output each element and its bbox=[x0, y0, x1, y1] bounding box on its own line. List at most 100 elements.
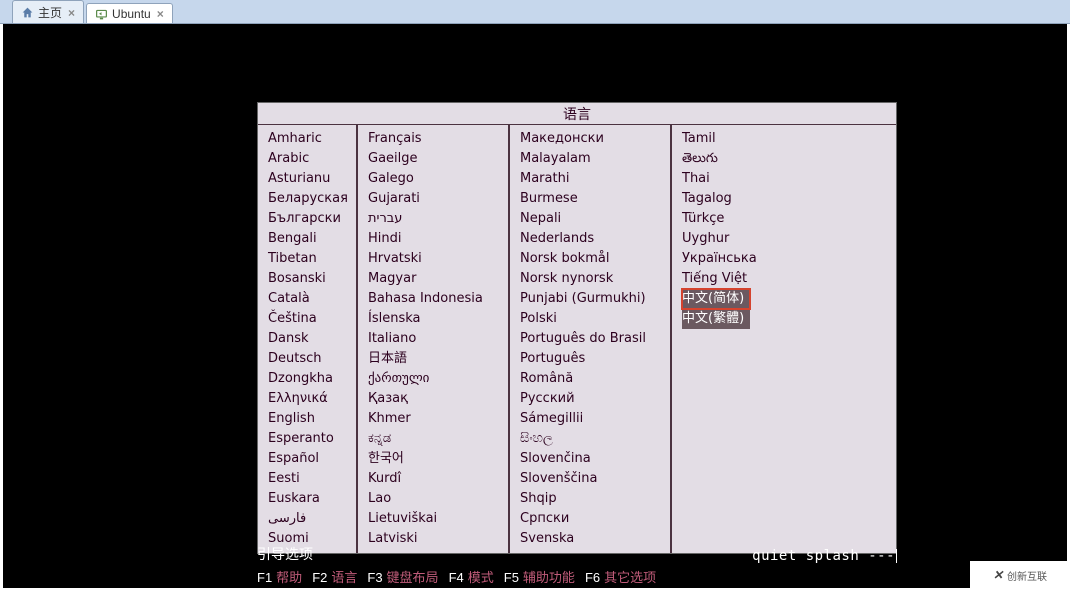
language-option[interactable]: Burmese bbox=[520, 189, 670, 209]
language-option[interactable]: Shqip bbox=[520, 489, 670, 509]
language-option[interactable]: Nepali bbox=[520, 209, 670, 229]
language-option[interactable]: Norsk bokmål bbox=[520, 249, 670, 269]
fkey-hint[interactable]: F2语言 bbox=[312, 570, 357, 585]
language-option[interactable]: 한국어 bbox=[368, 449, 508, 469]
language-option[interactable]: Қазақ bbox=[368, 389, 508, 409]
language-option[interactable]: Українська bbox=[682, 249, 782, 269]
language-option[interactable]: Arabic bbox=[268, 149, 356, 169]
vm-display[interactable]: 语言 AmharicArabicAsturianuБеларускаяБълга… bbox=[3, 24, 1067, 588]
language-option[interactable]: Română bbox=[520, 369, 670, 389]
tab-home[interactable]: 主页 × bbox=[12, 0, 84, 23]
language-option[interactable]: Lao bbox=[368, 489, 508, 509]
fkey-hint[interactable]: F3键盘布局 bbox=[367, 570, 438, 585]
language-column: TamilతెలుగుThaiTagalogTürkçeUyghurУкраїн… bbox=[672, 125, 782, 553]
language-option[interactable]: සිංහල bbox=[520, 429, 670, 449]
fkey-code: F1 bbox=[257, 570, 272, 585]
fkey-hint[interactable]: F6 其它选项 bbox=[585, 570, 656, 585]
language-option[interactable]: Tiếng Việt bbox=[682, 269, 782, 289]
language-option[interactable]: Thai bbox=[682, 169, 782, 189]
language-option[interactable]: Tamil bbox=[682, 129, 782, 149]
language-option[interactable]: فارسی bbox=[268, 509, 356, 529]
language-option[interactable]: తెలుగు bbox=[682, 149, 782, 169]
language-option[interactable]: Dansk bbox=[268, 329, 356, 349]
language-option[interactable]: Amharic bbox=[268, 129, 356, 149]
language-option[interactable]: Eesti bbox=[268, 469, 356, 489]
language-option[interactable]: Slovenščina bbox=[520, 469, 670, 489]
language-option[interactable]: Bengali bbox=[268, 229, 356, 249]
fkey-hint[interactable]: F4模式 bbox=[449, 570, 494, 585]
fkey-label: 辅助功能 bbox=[523, 570, 575, 585]
language-option[interactable]: Српски bbox=[520, 509, 670, 529]
language-option[interactable]: Tibetan bbox=[268, 249, 356, 269]
language-columns: AmharicArabicAsturianuБеларускаяБългарск… bbox=[258, 125, 896, 553]
language-option[interactable]: Punjabi (Gurmukhi) bbox=[520, 289, 670, 309]
close-icon[interactable]: × bbox=[157, 7, 164, 21]
language-option[interactable]: Marathi bbox=[520, 169, 670, 189]
language-option[interactable]: Türkçe bbox=[682, 209, 782, 229]
language-column: FrançaisGaeilgeGalegoGujaratiעבריתHindiH… bbox=[358, 125, 510, 553]
text-cursor bbox=[896, 549, 897, 563]
language-option[interactable]: Svenska bbox=[520, 529, 670, 549]
fkey-code: F4 bbox=[449, 570, 464, 585]
language-option[interactable]: ქართული bbox=[368, 369, 508, 389]
fkey-hint[interactable]: F1帮助 bbox=[257, 570, 302, 585]
language-option[interactable]: Galego bbox=[368, 169, 508, 189]
language-option[interactable]: Polski bbox=[520, 309, 670, 329]
language-option[interactable]: 中文(繁體) bbox=[682, 309, 750, 329]
language-option[interactable]: Uyghur bbox=[682, 229, 782, 249]
language-option[interactable]: Français bbox=[368, 129, 508, 149]
home-icon bbox=[21, 6, 34, 19]
language-option[interactable]: Slovenčina bbox=[520, 449, 670, 469]
language-option[interactable]: Asturianu bbox=[268, 169, 356, 189]
language-option[interactable]: Català bbox=[268, 289, 356, 309]
language-option[interactable]: Tagalog bbox=[682, 189, 782, 209]
language-selector-panel: 语言 AmharicArabicAsturianuБеларускаяБълга… bbox=[257, 102, 897, 554]
language-option[interactable]: 中文(简体) bbox=[682, 289, 750, 309]
language-option[interactable]: Español bbox=[268, 449, 356, 469]
fkey-code: F6 bbox=[585, 570, 600, 585]
language-option[interactable]: Čeština bbox=[268, 309, 356, 329]
language-option[interactable]: Ελληνικά bbox=[268, 389, 356, 409]
language-option[interactable]: Italiano bbox=[368, 329, 508, 349]
language-option[interactable]: Khmer bbox=[368, 409, 508, 429]
fkey-label: 键盘布局 bbox=[387, 570, 439, 585]
language-option[interactable]: Hrvatski bbox=[368, 249, 508, 269]
boot-option-value[interactable]: quiet splash --- bbox=[752, 548, 897, 564]
language-option[interactable]: Gaeilge bbox=[368, 149, 508, 169]
fkey-label: 其它选项 bbox=[604, 570, 656, 585]
language-option[interactable]: Kurdî bbox=[368, 469, 508, 489]
language-option[interactable]: Português do Brasil bbox=[520, 329, 670, 349]
language-option[interactable]: Português bbox=[520, 349, 670, 369]
language-option[interactable]: Latviski bbox=[368, 529, 508, 549]
language-option[interactable]: Esperanto bbox=[268, 429, 356, 449]
language-option[interactable]: Lietuviškai bbox=[368, 509, 508, 529]
language-option[interactable]: Bosanski bbox=[268, 269, 356, 289]
language-option[interactable]: Русский bbox=[520, 389, 670, 409]
language-option[interactable]: Македонски bbox=[520, 129, 670, 149]
watermark-text: 创新互联 bbox=[1007, 568, 1047, 583]
language-option[interactable]: Hindi bbox=[368, 229, 508, 249]
fkey-hint[interactable]: F5辅助功能 bbox=[504, 570, 575, 585]
language-option[interactable]: Беларуская bbox=[268, 189, 356, 209]
close-icon[interactable]: × bbox=[68, 6, 75, 20]
language-option[interactable]: Sámegillii bbox=[520, 409, 670, 429]
language-option[interactable]: English bbox=[268, 409, 356, 429]
language-option[interactable]: Íslenska bbox=[368, 309, 508, 329]
language-option[interactable]: Dzongkha bbox=[268, 369, 356, 389]
language-option[interactable]: Nederlands bbox=[520, 229, 670, 249]
language-option[interactable]: Malayalam bbox=[520, 149, 670, 169]
language-option[interactable]: ಕನ್ನಡ bbox=[368, 429, 508, 449]
language-option[interactable]: Gujarati bbox=[368, 189, 508, 209]
language-option[interactable]: Deutsch bbox=[268, 349, 356, 369]
tab-ubuntu-label: Ubuntu bbox=[112, 7, 151, 21]
fkey-hints: F1帮助 F2语言 F3键盘布局 F4模式 F5辅助功能 F6 其它选项 bbox=[257, 567, 666, 586]
tab-bar: 主页 × Ubuntu × bbox=[0, 0, 1070, 24]
language-option[interactable]: Magyar bbox=[368, 269, 508, 289]
language-option[interactable]: 日本語 bbox=[368, 349, 508, 369]
language-option[interactable]: Norsk nynorsk bbox=[520, 269, 670, 289]
language-option[interactable]: Euskara bbox=[268, 489, 356, 509]
language-option[interactable]: Bahasa Indonesia bbox=[368, 289, 508, 309]
tab-ubuntu[interactable]: Ubuntu × bbox=[86, 3, 173, 23]
language-option[interactable]: Български bbox=[268, 209, 356, 229]
language-option[interactable]: עברית bbox=[368, 209, 508, 229]
